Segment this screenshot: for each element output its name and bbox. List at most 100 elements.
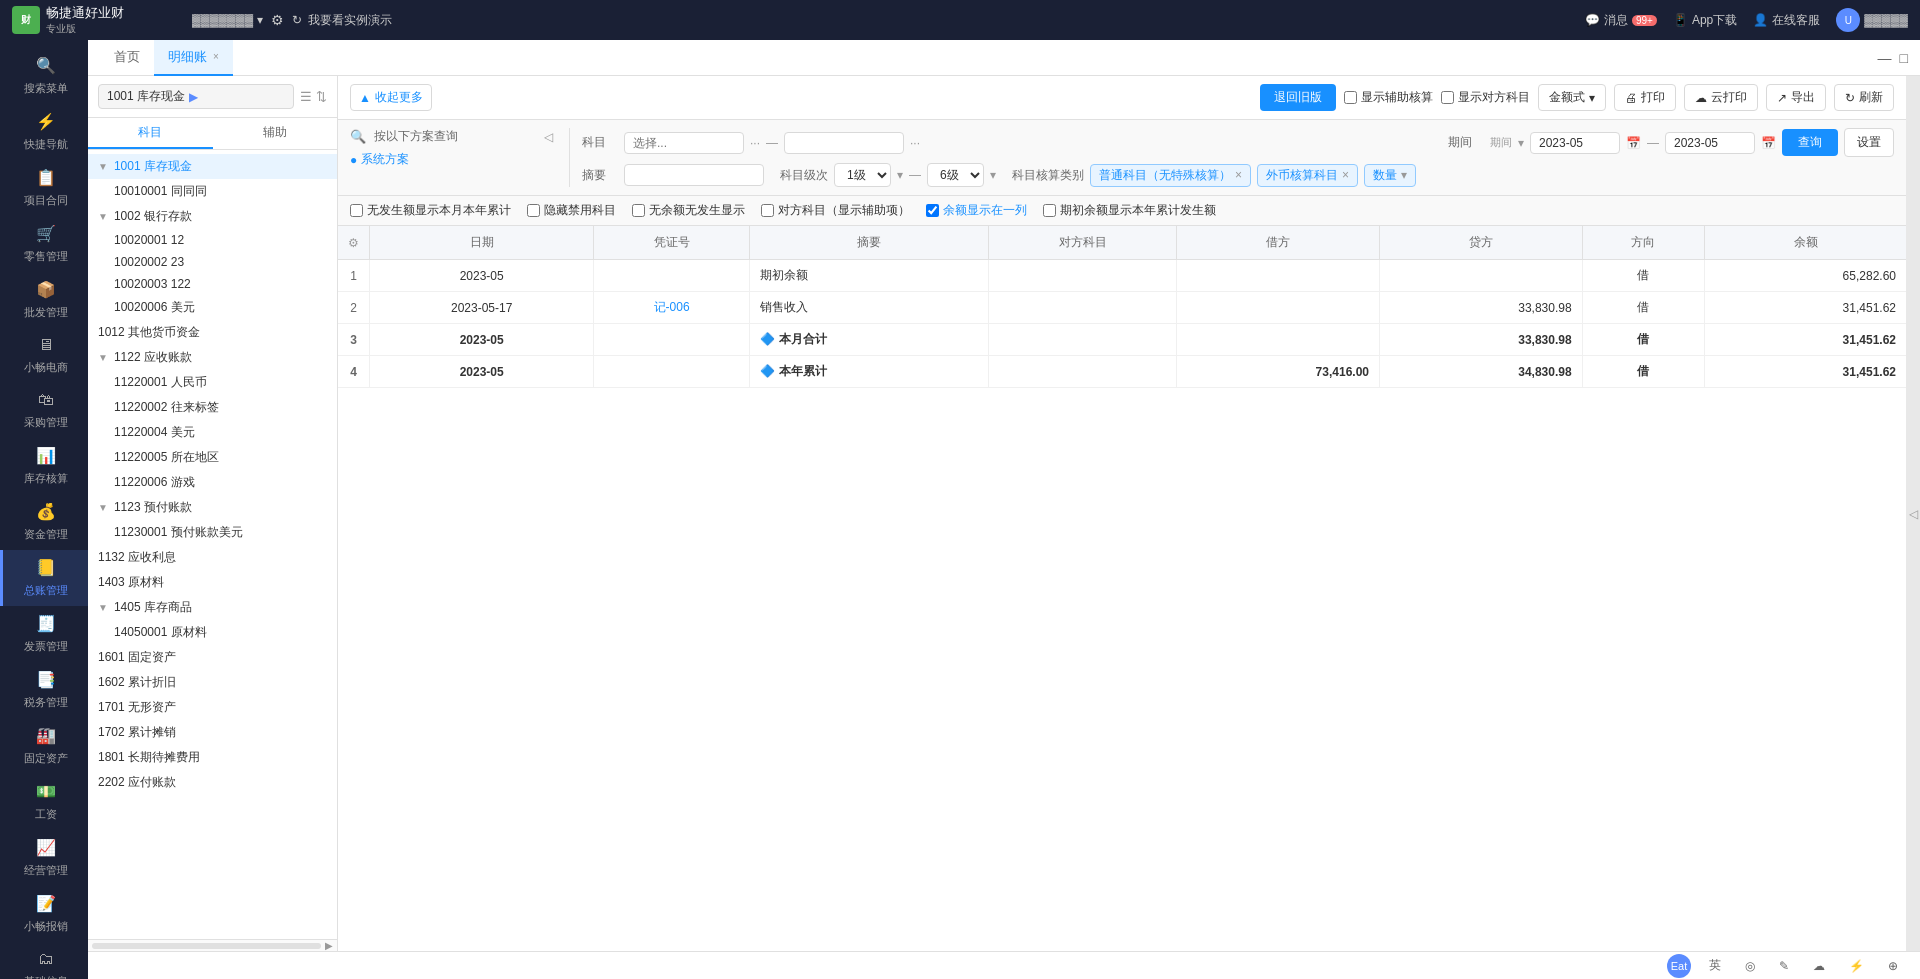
filter-search-icon[interactable]: 🔍 xyxy=(350,129,366,144)
table-settings-icon[interactable]: ⚙ xyxy=(348,236,359,250)
collapse-more-btn[interactable]: ▲ 收起更多 xyxy=(350,84,432,111)
tree-collapse-icon[interactable]: ⇅ xyxy=(316,89,327,104)
account-selector[interactable]: 1001 库存现金 ▶ xyxy=(98,84,294,109)
opening-balance-input[interactable] xyxy=(1043,204,1056,217)
sidebar-item-assets[interactable]: 🏭 固定资产 xyxy=(0,718,88,774)
tree-node-11220004[interactable]: 11220004 美元 xyxy=(88,420,337,445)
sidebar-item-payroll[interactable]: 💵 工资 xyxy=(0,774,88,830)
tree-node-1132[interactable]: 1132 应收利息 xyxy=(88,545,337,570)
sidebar-item-retail[interactable]: 🛒 零售管理 xyxy=(0,216,88,272)
bottom-plus-btn[interactable]: ⊕ xyxy=(1882,957,1904,975)
message-btn[interactable]: 💬 消息 99+ xyxy=(1585,12,1657,29)
tree-node-1801[interactable]: 1801 长期待摊费用 xyxy=(88,745,337,770)
sidebar-item-inventory[interactable]: 📊 库存核算 xyxy=(0,438,88,494)
no-balance-input[interactable] xyxy=(350,204,363,217)
tree-node-10020003[interactable]: 10020003 122 xyxy=(88,273,337,295)
subject-input2[interactable] xyxy=(784,132,904,154)
format-btn[interactable]: 金额式 ▾ xyxy=(1538,84,1606,111)
bottom-edit-btn[interactable]: ✎ xyxy=(1773,957,1795,975)
balance-one-input[interactable] xyxy=(926,204,939,217)
tree-node-10020006[interactable]: 10020006 美元 xyxy=(88,295,337,320)
period-end-input[interactable] xyxy=(1665,132,1755,154)
show-aux-input[interactable] xyxy=(1344,91,1357,104)
bottom-flash-btn[interactable]: ⚡ xyxy=(1843,957,1870,975)
window-maximize-icon[interactable]: □ xyxy=(1900,50,1908,66)
sidebar-item-sales-report[interactable]: 📝 小畅报销 xyxy=(0,886,88,942)
bottom-lang-btn[interactable]: 英 xyxy=(1703,955,1727,976)
setting-btn[interactable]: 设置 xyxy=(1844,128,1894,157)
sidebar-item-wholesale[interactable]: 📦 批发管理 xyxy=(0,272,88,328)
nav-dropdown[interactable]: ▓▓▓▓▓▓▓ ▾ xyxy=(192,13,263,27)
tree-node-10020001[interactable]: 10020001 12 xyxy=(88,229,337,251)
tree-node-1001[interactable]: ▼ 1001 库存现金 xyxy=(88,154,337,179)
back-to-old-btn[interactable]: 退回旧版 xyxy=(1260,84,1336,111)
tree-node-1405[interactable]: ▼ 1405 库存商品 xyxy=(88,595,337,620)
period-calendar-icon[interactable]: 📅 xyxy=(1626,136,1641,150)
gear-icon[interactable]: ⚙ xyxy=(271,12,284,28)
tree-node-2202[interactable]: 2202 应付账款 xyxy=(88,770,337,795)
subject-more-icon2[interactable]: ··· xyxy=(910,136,920,150)
tree-node-11220005[interactable]: 11220005 所在地区 xyxy=(88,445,337,470)
sidebar-item-project[interactable]: 📋 项目合同 xyxy=(0,160,88,216)
sidebar-item-invoice[interactable]: 🧾 发票管理 xyxy=(0,606,88,662)
app-download-btn[interactable]: 📱 App下载 xyxy=(1673,12,1737,29)
refresh-btn[interactable]: ↻ 刷新 xyxy=(1834,84,1894,111)
tree-node-11220006[interactable]: 11220006 游戏 xyxy=(88,470,337,495)
system-scheme-link[interactable]: ● 系统方案 xyxy=(350,151,553,168)
summary-input[interactable] xyxy=(624,164,764,186)
tree-node-10020002[interactable]: 10020002 23 xyxy=(88,251,337,273)
tree-node-10010001[interactable]: 10010001 同同同 xyxy=(88,179,337,204)
sidebar-item-search[interactable]: 🔍 搜索菜单 xyxy=(0,48,88,104)
sidebar-item-purchase[interactable]: 🛍 采购管理 xyxy=(0,383,88,438)
sidebar-item-tax[interactable]: 📑 税务管理 xyxy=(0,662,88,718)
tab-detail[interactable]: 明细账 × xyxy=(154,40,233,76)
demo-link[interactable]: ↻ 我要看实例演示 xyxy=(292,12,392,29)
hide-disabled-input[interactable] xyxy=(527,204,540,217)
sidebar-item-operations[interactable]: 📈 经营管理 xyxy=(0,830,88,886)
horizontal-scrollbar[interactable] xyxy=(92,943,321,949)
tree-node-1602[interactable]: 1602 累计折旧 xyxy=(88,670,337,695)
tree-node-11230001[interactable]: 11230001 预付账款美元 xyxy=(88,520,337,545)
bottom-target-btn[interactable]: ◎ xyxy=(1739,957,1761,975)
tag-normal-close[interactable]: × xyxy=(1235,168,1242,182)
tree-node-1002[interactable]: ▼ 1002 银行存款 xyxy=(88,204,337,229)
query-btn[interactable]: 查询 xyxy=(1782,129,1838,156)
right-collapse-handle[interactable]: ◁ xyxy=(1906,76,1920,951)
export-btn[interactable]: ↗ 导出 xyxy=(1766,84,1826,111)
print-btn[interactable]: 🖨 打印 xyxy=(1614,84,1676,111)
window-minimize-icon[interactable]: — xyxy=(1878,50,1892,66)
online-service-btn[interactable]: 👤 在线客服 xyxy=(1753,12,1820,29)
bottom-cloud-btn[interactable]: ☁ xyxy=(1807,957,1831,975)
subject-level-start-select[interactable]: 1级 2级 xyxy=(834,163,891,187)
show-opposite-input[interactable] xyxy=(1441,91,1454,104)
user-area[interactable]: U ▓▓▓▓▓ xyxy=(1836,8,1908,32)
tag-quantity-expand[interactable]: ▾ xyxy=(1401,168,1407,182)
sidebar-item-base-info[interactable]: 🗂 基础信息 xyxy=(0,942,88,979)
filter-collapse-icon[interactable]: ◁ xyxy=(544,130,553,144)
sidebar-item-quick-nav[interactable]: ⚡ 快捷导航 xyxy=(0,104,88,160)
eat-btn[interactable]: Eat xyxy=(1667,954,1691,978)
tree-node-1403[interactable]: 1403 原材料 xyxy=(88,570,337,595)
tree-node-1601[interactable]: 1601 固定资产 xyxy=(88,645,337,670)
subject-input[interactable] xyxy=(624,132,744,154)
tree-node-1012[interactable]: 1012 其他货币资金 xyxy=(88,320,337,345)
tab-home[interactable]: 首页 xyxy=(100,40,154,76)
tree-node-11220002[interactable]: 11220002 往来标签 xyxy=(88,395,337,420)
sidebar-item-accounting[interactable]: 📒 总账管理 xyxy=(0,550,88,606)
tag-foreign-close[interactable]: × xyxy=(1342,168,1349,182)
tab-aux[interactable]: 辅助 xyxy=(213,118,338,149)
cloud-print-btn[interactable]: ☁ 云打印 xyxy=(1684,84,1758,111)
scroll-right-icon[interactable]: ▶ xyxy=(325,940,333,951)
tree-list-icon[interactable]: ☰ xyxy=(300,89,312,104)
opposite-input[interactable] xyxy=(761,204,774,217)
tree-node-1702[interactable]: 1702 累计摊销 xyxy=(88,720,337,745)
tree-node-1122[interactable]: ▼ 1122 应收账款 xyxy=(88,345,337,370)
sidebar-item-ecommerce[interactable]: 🖥 小畅电商 xyxy=(0,328,88,383)
tree-node-14050001[interactable]: 14050001 原材料 xyxy=(88,620,337,645)
sidebar-item-capital[interactable]: 💰 资金管理 xyxy=(0,494,88,550)
tab-close-icon[interactable]: × xyxy=(213,51,219,62)
period-calendar-icon2[interactable]: 📅 xyxy=(1761,136,1776,150)
tree-node-11220001[interactable]: 11220001 人民币 xyxy=(88,370,337,395)
subject-more-icon[interactable]: ··· xyxy=(750,136,760,150)
period-type-icon[interactable]: ▾ xyxy=(1518,136,1524,150)
